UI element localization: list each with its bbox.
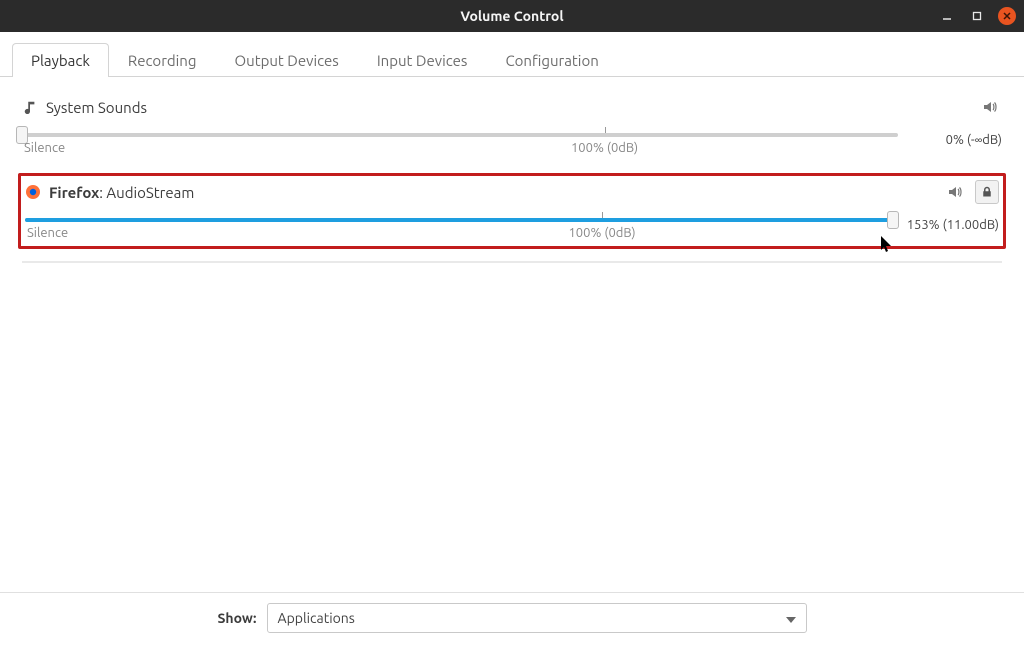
tab-bar: Playback Recording Output Devices Input …: [0, 32, 1024, 77]
show-dropdown[interactable]: Applications: [267, 603, 807, 633]
minimize-button[interactable]: [938, 7, 956, 25]
music-note-icon: [22, 99, 38, 115]
volume-value: 153% (11.00dB): [907, 218, 999, 232]
window-title: Volume Control: [0, 8, 1024, 24]
mute-button[interactable]: [943, 180, 967, 204]
footer: Show: Applications: [0, 592, 1024, 642]
dropdown-value: Applications: [278, 610, 355, 626]
playback-content: System Sounds Silence 100% (0dB) 0% (-∞d: [0, 77, 1024, 592]
tab-output-devices[interactable]: Output Devices: [215, 43, 357, 77]
stream-desc: : AudioStream: [99, 184, 194, 201]
firefox-icon: [25, 184, 41, 200]
center-label: 100% (0dB): [568, 226, 635, 240]
stream-name: Firefox: AudioStream: [49, 184, 194, 201]
volume-slider-row: Silence 100% (0dB) 153% (11.00dB): [25, 210, 999, 240]
chevron-down-icon: [786, 610, 796, 626]
close-button[interactable]: [998, 7, 1016, 25]
tab-input-devices[interactable]: Input Devices: [358, 43, 487, 77]
window-controls: [938, 7, 1016, 25]
silence-label: Silence: [27, 226, 68, 240]
volume-slider-row: Silence 100% (0dB) 0% (-∞dB): [22, 125, 1002, 155]
stream-header: Firefox: AudioStream: [25, 180, 999, 204]
volume-slider[interactable]: Silence 100% (0dB): [22, 125, 898, 155]
peak-meter: [22, 261, 1002, 263]
show-label: Show:: [217, 610, 256, 626]
volume-slider[interactable]: Silence 100% (0dB): [25, 210, 893, 240]
tab-recording[interactable]: Recording: [109, 43, 216, 77]
stream-app-name: Firefox: [49, 184, 99, 201]
stream-system-sounds: System Sounds Silence 100% (0dB) 0% (-∞d: [18, 91, 1006, 161]
mute-button[interactable]: [978, 95, 1002, 119]
titlebar: Volume Control: [0, 0, 1024, 32]
center-label: 100% (0dB): [571, 141, 638, 155]
silence-label: Silence: [24, 141, 65, 155]
lock-channels-button[interactable]: [975, 180, 999, 204]
tab-configuration[interactable]: Configuration: [486, 43, 617, 77]
maximize-button[interactable]: [968, 7, 986, 25]
tab-playback[interactable]: Playback: [12, 43, 109, 77]
volume-value: 0% (-∞dB): [912, 133, 1002, 147]
stream-header: System Sounds: [22, 95, 1002, 119]
stream-name: System Sounds: [46, 99, 147, 116]
stream-firefox-audiostream: Firefox: AudioStream Silence 100% (0dB): [18, 173, 1006, 249]
